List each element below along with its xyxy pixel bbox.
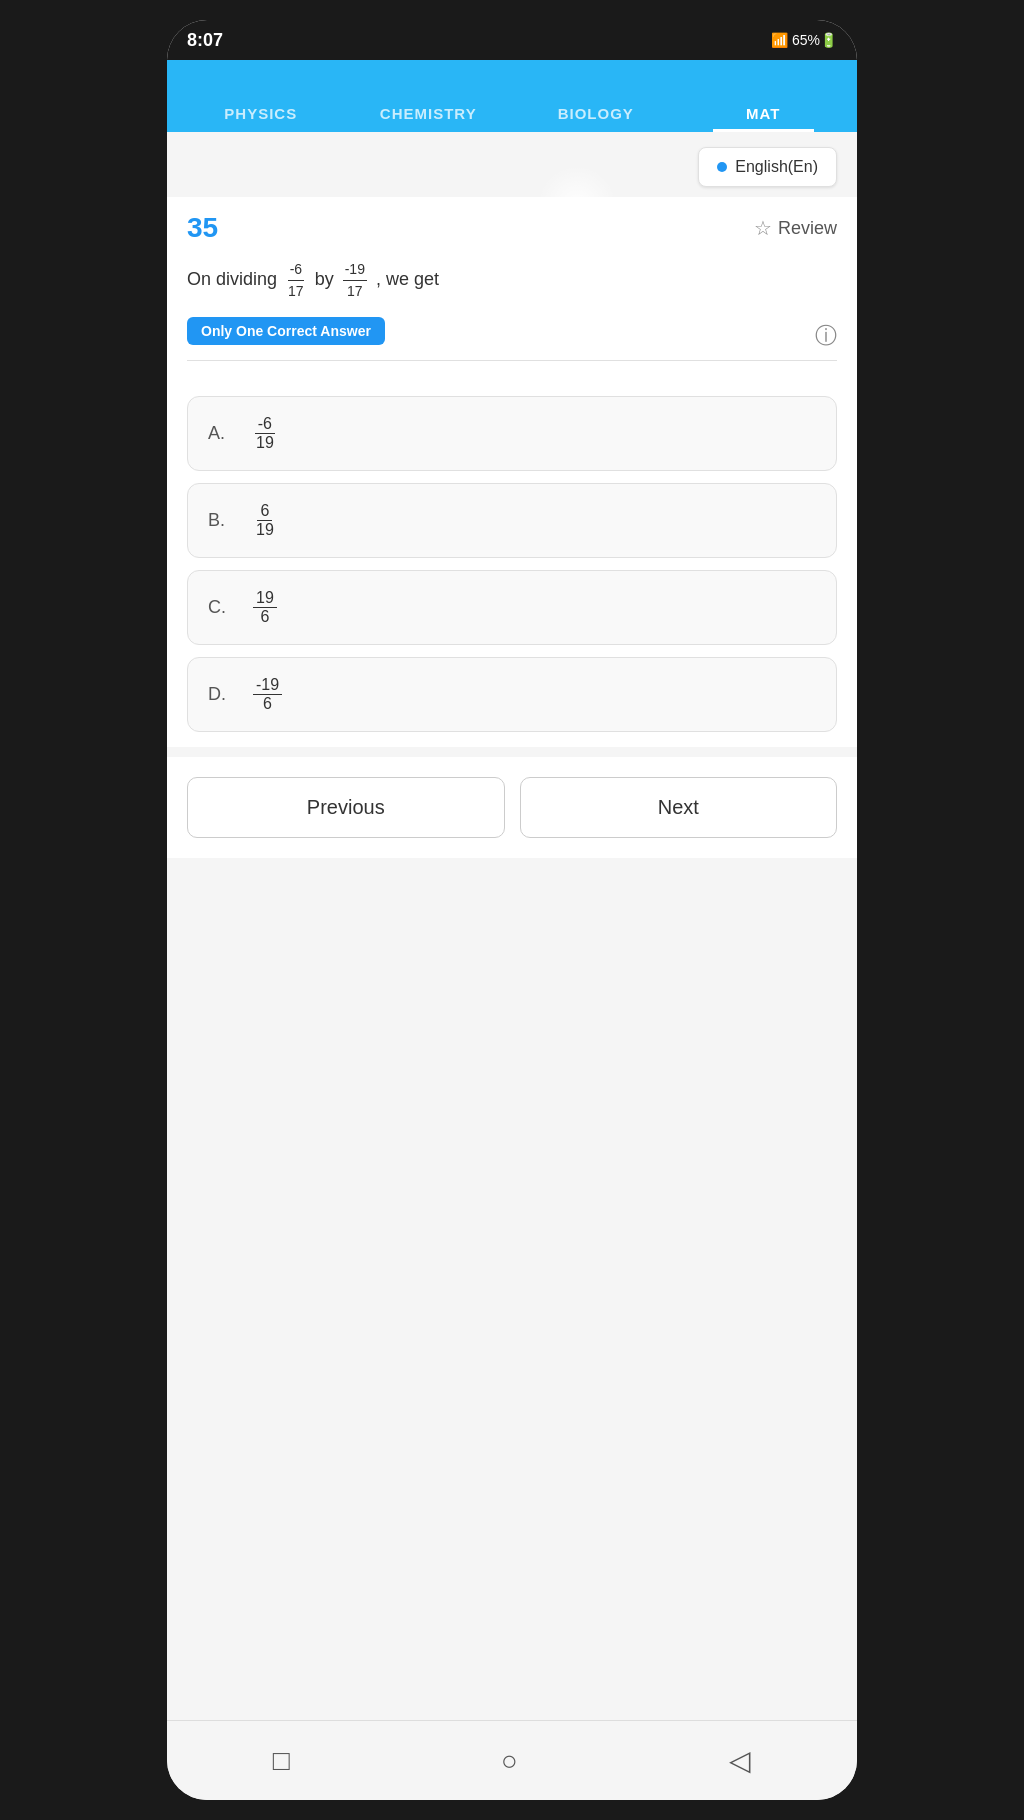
option-c-value: 19 6 [253,589,277,626]
option-a-value: -6 19 [253,415,277,452]
option-c-num: 19 [253,589,277,608]
question-header: 35 ☆ Review [187,212,837,244]
tab-bar: PHYSICS CHEMISTRY BIOLOGY MAT [167,60,857,132]
info-icon[interactable]: ⓘ [815,321,837,351]
tab-chemistry[interactable]: CHEMISTRY [345,95,513,132]
language-button[interactable]: English(En) [698,147,837,187]
option-b-label: B. [208,510,238,531]
back-icon[interactable]: ◁ [719,1734,761,1787]
option-b[interactable]: B. 6 19 [187,483,837,558]
fraction2-numerator: -19 [343,259,367,281]
square-icon[interactable]: □ [263,1735,300,1787]
option-a-label: A. [208,423,238,444]
option-d-den: 6 [260,695,275,713]
option-b-value: 6 19 [253,502,277,539]
tab-biology[interactable]: BIOLOGY [512,95,680,132]
answer-type-badge: Only One Correct Answer [187,317,385,345]
question-text: On dividing -6 17 by -19 17 , we get [187,259,837,302]
option-d-num: -19 [253,676,282,695]
option-c-label: C. [208,597,238,618]
options-container: A. -6 19 B. 6 19 C. 19 6 [167,391,857,747]
option-c-den: 6 [257,608,272,626]
home-icon[interactable]: ○ [491,1735,528,1787]
language-label: English(En) [735,158,818,176]
language-area: English(En) [167,132,857,197]
option-b-den: 19 [253,521,277,539]
review-button[interactable]: ☆ Review [754,216,837,240]
status-bar: 8:07 📶 65%🔋 [167,20,857,60]
question-text-suffix: , we get [376,269,439,289]
option-d-label: D. [208,684,238,705]
tab-physics[interactable]: PHYSICS [177,95,345,132]
star-icon: ☆ [754,216,772,240]
fraction2: -19 17 [343,259,367,302]
language-dot-icon [717,162,727,172]
fraction1: -6 17 [286,259,306,302]
status-time: 8:07 [187,30,223,51]
option-a-num: -6 [255,415,275,434]
phone-frame: 8:07 📶 65%🔋 PHYSICS CHEMISTRY BIOLOGY MA… [167,20,857,1800]
next-button[interactable]: Next [520,777,838,838]
bottom-nav: □ ○ ◁ [167,1720,857,1800]
question-text-mid: by [315,269,334,289]
fraction1-denominator: 17 [286,281,306,302]
divider [187,360,837,361]
option-d[interactable]: D. -19 6 [187,657,837,732]
battery-icon: 📶 65%🔋 [771,32,837,48]
tab-math[interactable]: MAT [680,95,848,132]
nav-buttons: Previous Next [167,757,857,858]
review-label: Review [778,218,837,239]
main-content: English(En) 35 ☆ Review On dividing -6 1… [167,132,857,1720]
option-a-den: 19 [253,434,277,452]
fraction1-numerator: -6 [288,259,304,281]
option-a[interactable]: A. -6 19 [187,396,837,471]
option-b-num: 6 [257,502,272,521]
question-text-prefix: On dividing [187,269,277,289]
previous-button[interactable]: Previous [187,777,505,838]
question-number: 35 [187,212,218,244]
option-c[interactable]: C. 19 6 [187,570,837,645]
question-container: 35 ☆ Review On dividing -6 17 by -19 17 … [167,197,857,391]
fraction2-denominator: 17 [345,281,365,302]
status-icons: 📶 65%🔋 [771,32,837,48]
option-d-value: -19 6 [253,676,282,713]
